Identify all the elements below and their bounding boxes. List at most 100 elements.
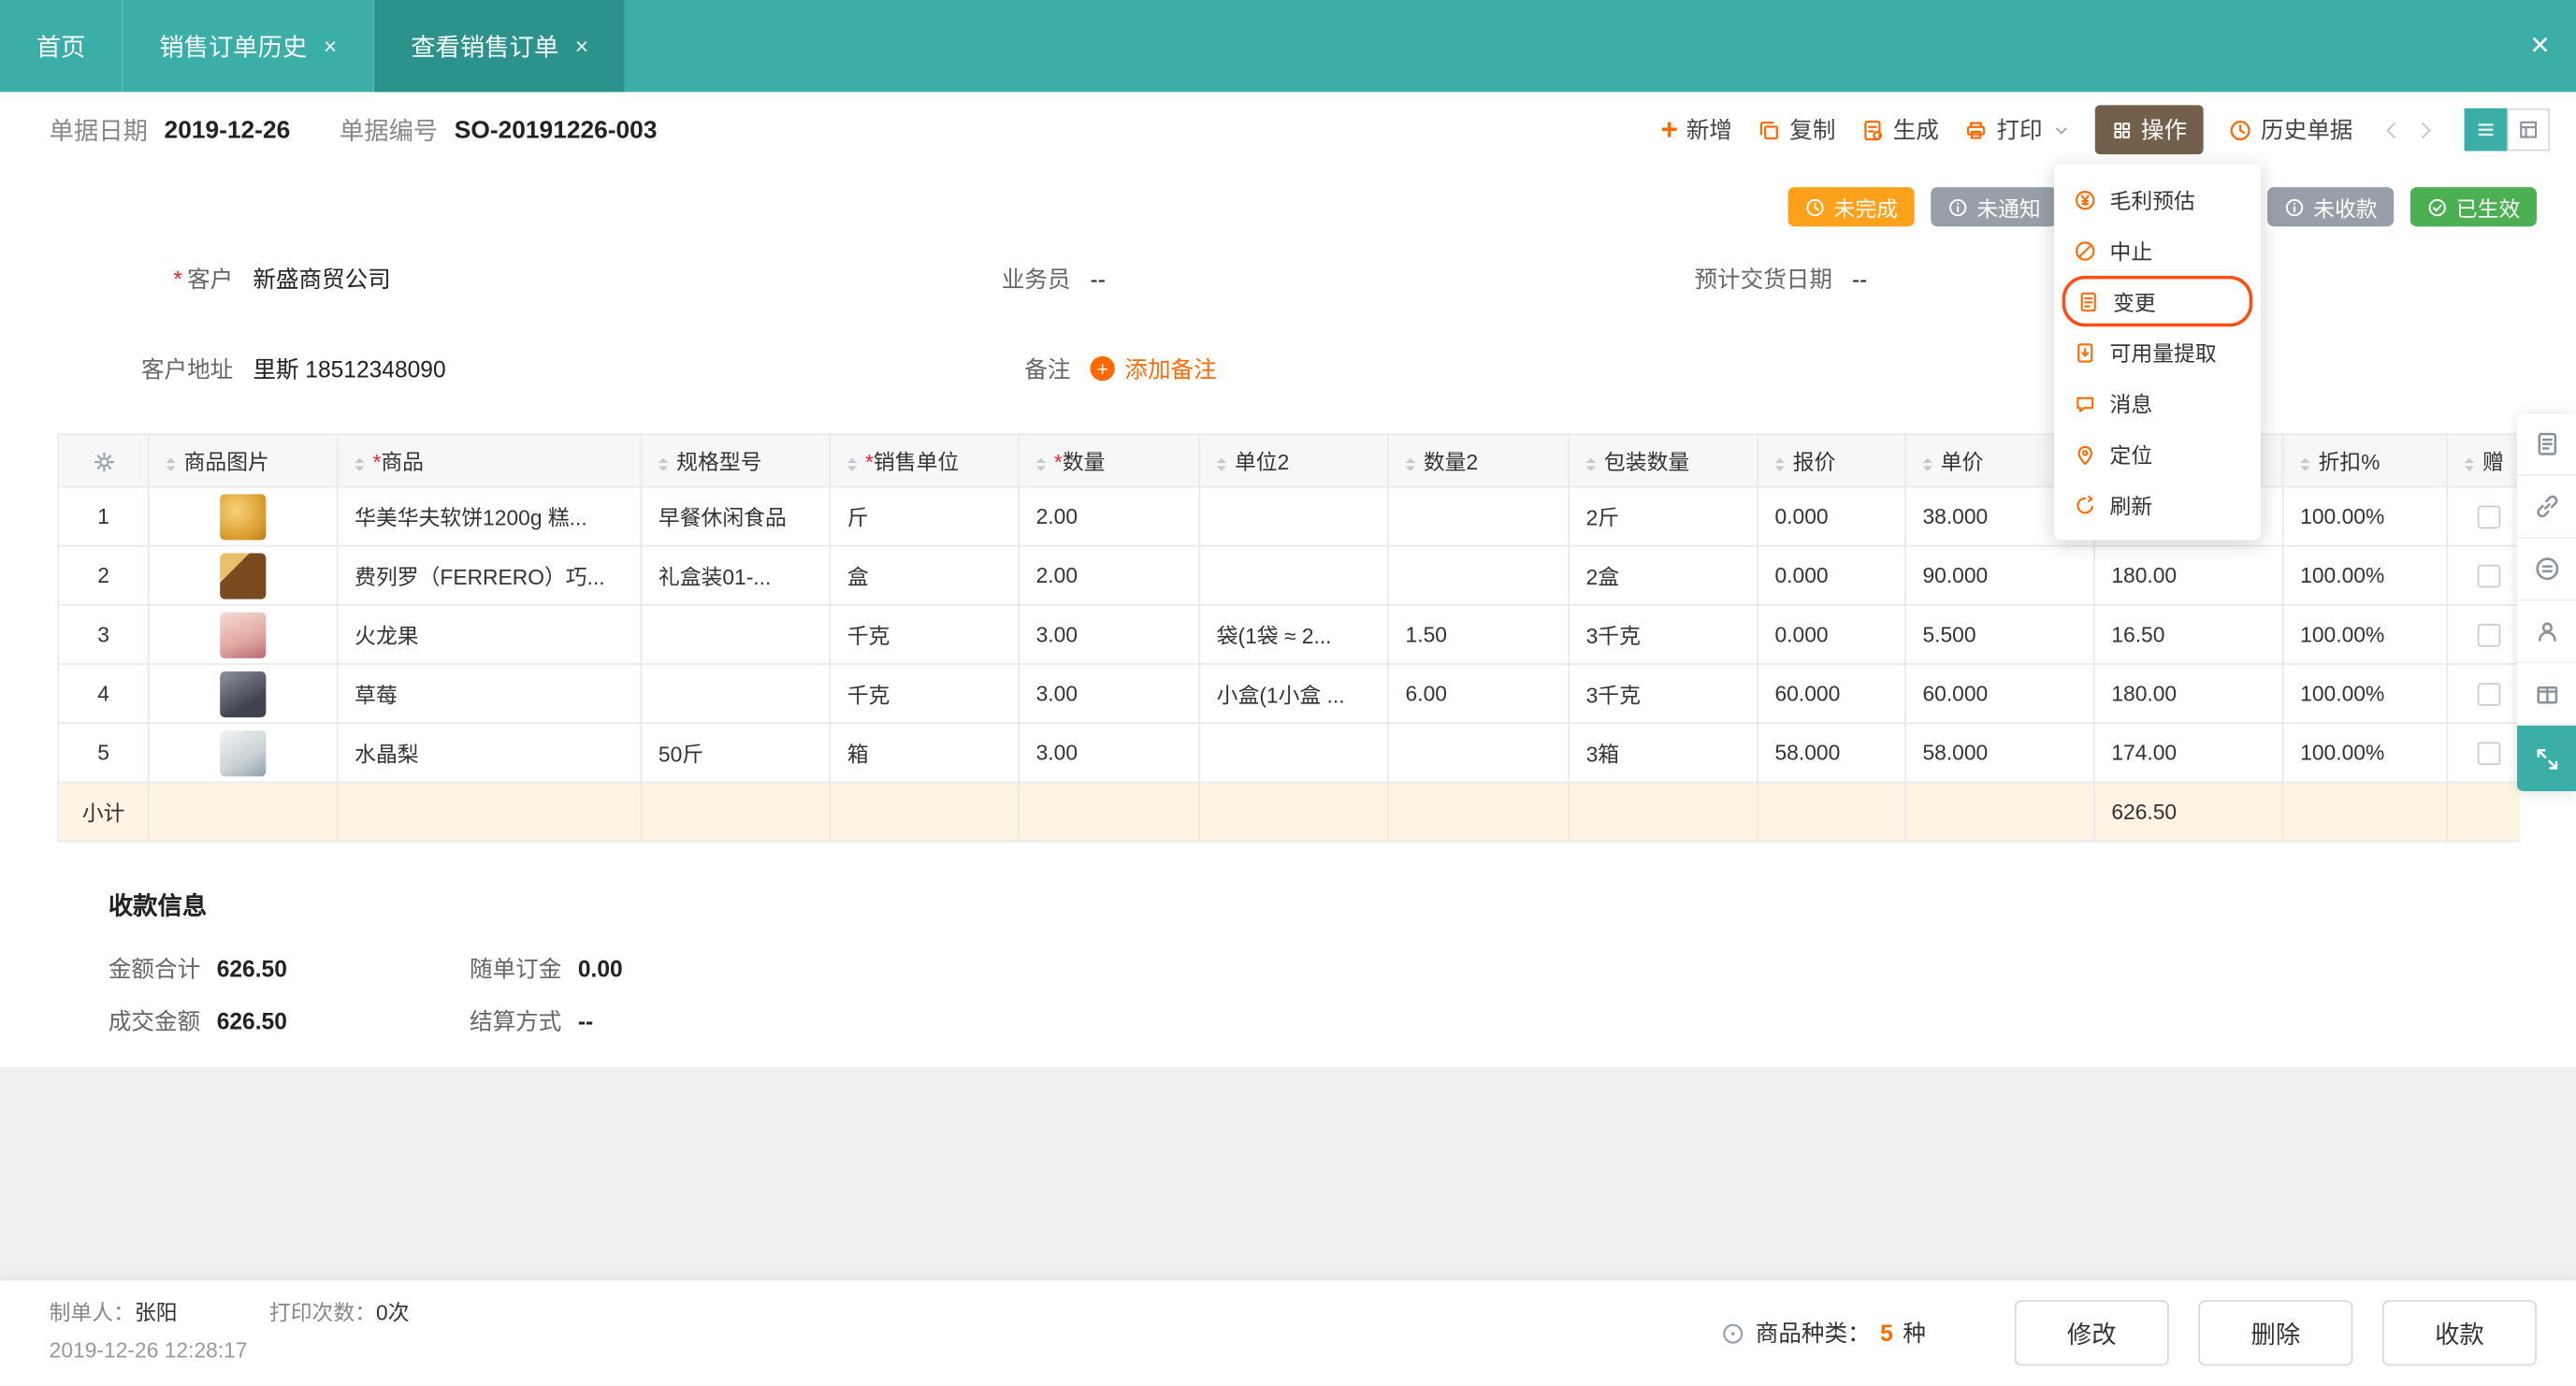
- sort-icon[interactable]: [1585, 453, 1597, 476]
- column-header-quote[interactable]: 报价: [1757, 433, 1906, 488]
- sort-icon[interactable]: [847, 453, 858, 476]
- payment-title: 收款信息: [108, 892, 208, 921]
- table-row[interactable]: 5 水晶梨 50斤箱 3.00 3箱 58.000 58.000 174.00 100.00%: [57, 722, 2521, 784]
- gift-checkbox[interactable]: [2476, 683, 2500, 707]
- status-badge-3: 未收款: [2267, 187, 2395, 227]
- next-doc-icon[interactable]: [2415, 119, 2437, 140]
- close-icon[interactable]: ×: [2504, 0, 2576, 92]
- gift-checkbox[interactable]: [2476, 565, 2500, 588]
- rail-expand-icon[interactable]: [2516, 725, 2576, 792]
- gift-checkbox[interactable]: [2476, 742, 2500, 766]
- table-row[interactable]: 2 费列罗（FERRERO）巧... 礼盒装01-... 盒 2.00 2盒 0.000 90…: [57, 544, 2521, 606]
- column-header-qty[interactable]: *数量: [1018, 433, 1201, 488]
- menu-item-stop[interactable]: 中止: [2054, 224, 2261, 275]
- list-view-button[interactable]: [2464, 108, 2508, 152]
- status-badge-2: 未通知: [1931, 187, 2058, 227]
- sort-icon[interactable]: [2464, 453, 2475, 476]
- detail-view-button[interactable]: [2507, 108, 2550, 152]
- tab-close-icon[interactable]: ×: [324, 33, 337, 59]
- operate-button[interactable]: 操作: [2094, 105, 2204, 154]
- column-header-discount[interactable]: 折扣%: [2281, 433, 2449, 488]
- tab-close-icon[interactable]: ×: [575, 33, 588, 59]
- delivery-date-value: --: [1851, 265, 1868, 292]
- column-header-product[interactable]: *商品: [336, 433, 643, 488]
- tab-label: 销售订单历史: [159, 33, 308, 62]
- table-row[interactable]: 3 火龙果 千克 3.00 袋(1袋 ≈ 2... 1.50 3千克 0.000 5.500 16…: [57, 603, 2521, 665]
- gear-icon[interactable]: [91, 449, 115, 473]
- subtotal-row: 小计 626.50: [57, 781, 2521, 843]
- sort-icon[interactable]: [2300, 453, 2310, 476]
- add-remark-button[interactable]: + 添加备注: [1090, 353, 1217, 385]
- delete-button[interactable]: 删除: [2198, 1300, 2353, 1366]
- sort-icon[interactable]: [1216, 453, 1227, 476]
- side-rail: [2516, 413, 2576, 792]
- operate-label: 操作: [2140, 116, 2188, 143]
- list-circle-icon: [2533, 555, 2561, 583]
- column-header-gift[interactable]: 赠: [2446, 433, 2521, 488]
- rail-user-icon[interactable]: [2516, 600, 2576, 664]
- customer-value[interactable]: 新盛商贸公司: [253, 262, 390, 295]
- address-value: 里斯 18512348090: [253, 355, 446, 383]
- sort-icon[interactable]: [355, 453, 365, 476]
- history-button[interactable]: 历史单据: [2228, 113, 2352, 146]
- rail-list-circle-icon[interactable]: [2516, 539, 2576, 601]
- table-row[interactable]: 4 草莓 千克 3.00 小盒(1小盒 ... 6.00 3千克 60.000 60.000 18…: [57, 663, 2521, 725]
- rail-link-icon[interactable]: [2516, 476, 2576, 539]
- product-thumbnail: [220, 729, 267, 776]
- footer-actions: 商品种类： 5 种 修改 删除 收款: [1721, 1300, 2537, 1366]
- tab-1[interactable]: 首页: [0, 0, 123, 93]
- receive-payment-button[interactable]: 收款: [2381, 1300, 2537, 1366]
- add-button[interactable]: + 新增: [1660, 113, 1731, 146]
- payment-label: 结算方式: [470, 1007, 562, 1034]
- column-header-spec[interactable]: 规格型号: [640, 433, 832, 488]
- menu-item-extract[interactable]: 可用量提取: [2054, 326, 2261, 377]
- sort-icon[interactable]: [166, 453, 176, 476]
- copy-label: 复制: [1789, 116, 1836, 143]
- column-header-pkg_qty[interactable]: 包装数量: [1568, 433, 1758, 488]
- sort-icon[interactable]: [1405, 453, 1416, 476]
- creator-value: 张阳: [134, 1300, 178, 1325]
- tab-3[interactable]: 查看销售订单 ×: [374, 0, 627, 93]
- tab-list: 首页 销售订单历史 × 查看销售订单 ×: [0, 0, 627, 93]
- printer-icon: [1963, 118, 1988, 142]
- remark-label: 备注: [1024, 355, 1071, 383]
- notes-icon: [2533, 430, 2561, 458]
- remark-field: 备注 + 添加备注: [978, 353, 1668, 385]
- prev-doc-icon[interactable]: [2381, 119, 2402, 140]
- toolbar: 单据日期 2019-12-26 单据编号 SO-20191226-003 + 新…: [0, 92, 2576, 168]
- generate-button[interactable]: 生成: [1860, 113, 1939, 146]
- payment-label: 成交金额: [108, 1007, 201, 1034]
- column-header-unit2[interactable]: 单位2: [1198, 433, 1389, 488]
- sort-icon[interactable]: [1922, 453, 1932, 476]
- rail-package-icon[interactable]: [2516, 663, 2576, 726]
- menu-item-change[interactable]: 变更: [2062, 275, 2253, 327]
- gift-checkbox[interactable]: [2476, 506, 2500, 529]
- sort-icon[interactable]: [1035, 453, 1047, 476]
- column-header-unit[interactable]: *销售单位: [829, 433, 1020, 488]
- tab-2[interactable]: 销售订单历史 ×: [123, 0, 375, 93]
- menu-item-message[interactable]: 消息: [2054, 378, 2261, 428]
- doc-number-value: SO-20191226-003: [454, 115, 658, 144]
- creator-label: 制单人：: [49, 1300, 135, 1325]
- expand-icon: [2533, 744, 2561, 772]
- category-unit: 种: [1903, 1320, 1926, 1347]
- modify-button[interactable]: 修改: [2014, 1300, 2169, 1366]
- menu-item-refresh[interactable]: 刷新: [2054, 480, 2261, 530]
- product-thumbnail: [220, 611, 267, 657]
- sort-icon[interactable]: [658, 453, 669, 476]
- address-label: 客户地址: [140, 355, 234, 383]
- gift-checkbox[interactable]: [2476, 624, 2500, 648]
- generate-icon: [1860, 118, 1885, 142]
- column-header-qty2[interactable]: 数量2: [1387, 433, 1570, 488]
- payment-value: 626.50: [216, 1007, 287, 1034]
- stop-icon: [2074, 238, 2097, 262]
- rail-notes-icon[interactable]: [2516, 413, 2576, 477]
- print-button[interactable]: 打印: [1963, 113, 2070, 146]
- tab-bar: 首页 销售订单历史 × 查看销售订单 × ×: [0, 0, 2576, 93]
- copy-button[interactable]: 复制: [1757, 113, 1835, 146]
- product-thumbnail: [220, 671, 267, 717]
- menu-item-locate[interactable]: 定位: [2054, 428, 2261, 479]
- menu-item-profit[interactable]: 毛利预估: [2054, 174, 2261, 224]
- column-header-img[interactable]: 商品图片: [147, 433, 339, 488]
- sort-icon[interactable]: [1774, 453, 1786, 476]
